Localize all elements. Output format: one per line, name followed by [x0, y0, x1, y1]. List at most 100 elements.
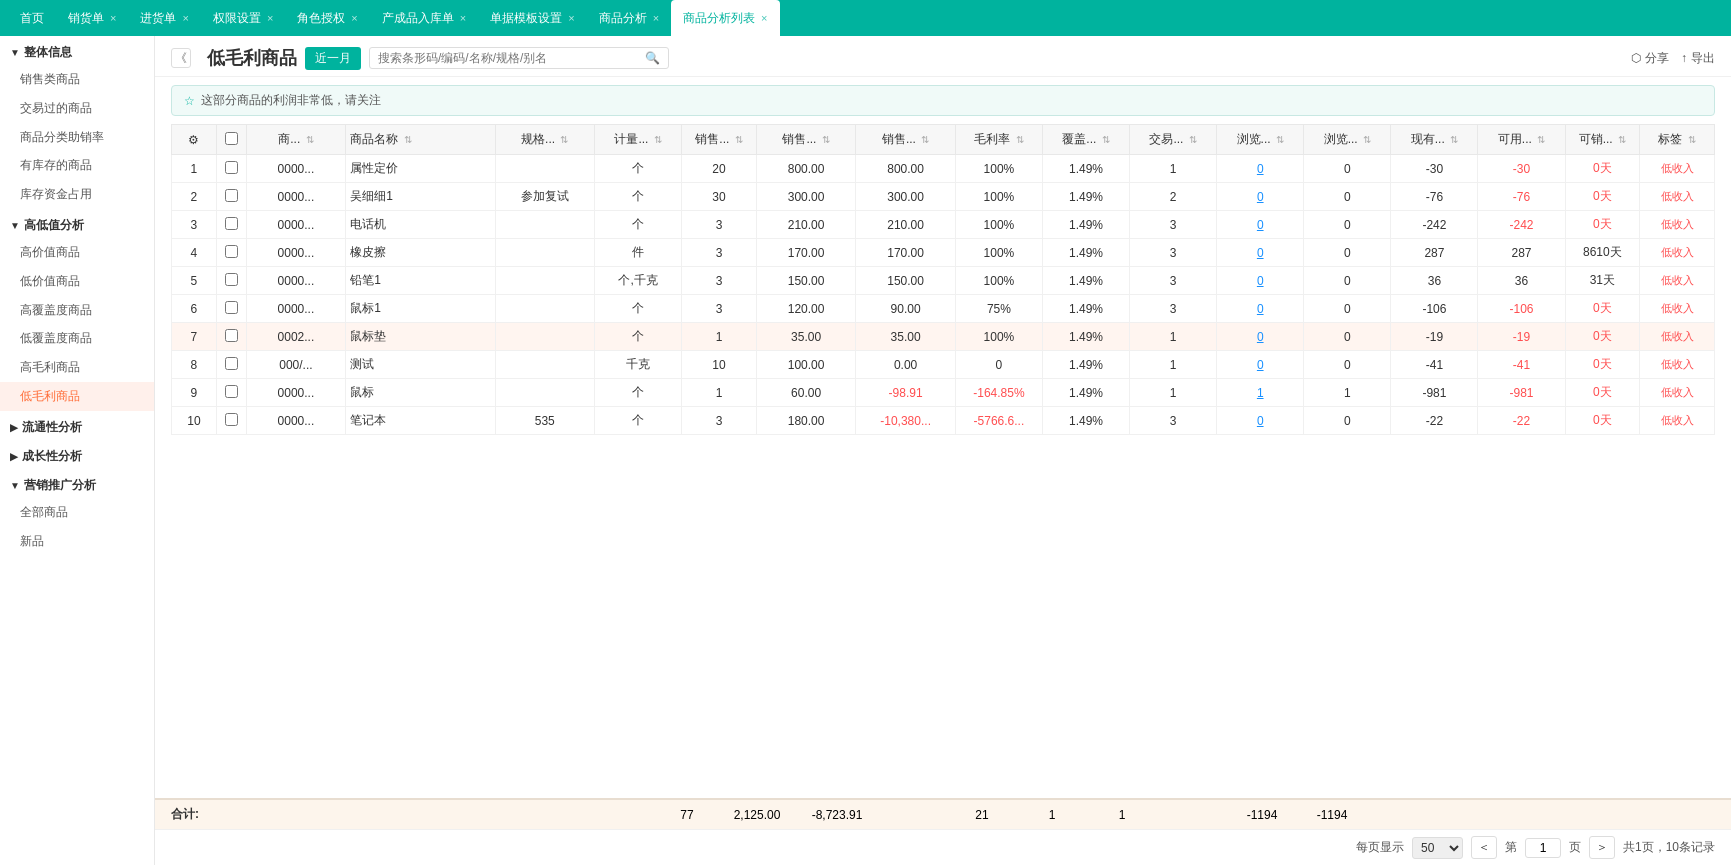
sidebar-item-traded-products[interactable]: 交易过的商品 [0, 94, 154, 123]
nav-close-auth-settings[interactable]: × [267, 12, 273, 24]
cell-spec: 参加复试 [495, 183, 595, 211]
nav-close-product-analysis-list[interactable]: × [761, 12, 767, 24]
sidebar-item-capital-usage[interactable]: 库存资金占用 [0, 180, 154, 209]
next-page-button[interactable]: ＞ [1589, 836, 1615, 859]
sidebar-group-value-analysis[interactable]: ▼ 高低值分析 [0, 209, 154, 238]
cell-price1: 150.00 [756, 267, 856, 295]
date-filter-button[interactable]: 近一月 [305, 47, 361, 70]
page-size-select[interactable]: 20 50 100 [1412, 837, 1463, 859]
th-settings[interactable]: ⚙ [172, 125, 217, 155]
th-browse2[interactable]: 浏览... ⇅ [1304, 125, 1391, 155]
sidebar-item-new-products[interactable]: 新品 [0, 527, 154, 556]
sidebar-item-high-coverage[interactable]: 高覆盖度商品 [0, 296, 154, 325]
cell-checkbox[interactable] [216, 183, 246, 211]
sidebar-item-low-margin[interactable]: 低毛利商品 [0, 382, 154, 411]
sidebar-item-category-rate[interactable]: 商品分类助销率 [0, 123, 154, 152]
cell-checkbox[interactable] [216, 267, 246, 295]
search-input[interactable] [378, 51, 641, 65]
th-stock[interactable]: 现有... ⇅ [1391, 125, 1478, 155]
th-unit[interactable]: 计量... ⇅ [595, 125, 682, 155]
nav-purchase[interactable]: 进货单 × [128, 0, 200, 36]
search-icon[interactable]: 🔍 [645, 51, 660, 65]
sidebar-group-circulation[interactable]: ▶ 流通性分析 [0, 411, 154, 440]
nav-product-analysis-list[interactable]: 商品分析列表 × [671, 0, 779, 36]
sidebar-item-high-margin[interactable]: 高毛利商品 [0, 353, 154, 382]
cell-qty: 1 [682, 379, 757, 407]
cell-checkbox[interactable] [216, 379, 246, 407]
cell-cover: 3 [1130, 211, 1217, 239]
sidebar-item-low-coverage[interactable]: 低覆盖度商品 [0, 324, 154, 353]
nav-role-auth[interactable]: 角色授权 × [285, 0, 369, 36]
collapse-sidebar-btn[interactable]: 《 [171, 48, 191, 68]
th-sales-amount[interactable]: 销售... ⇅ [756, 125, 856, 155]
cell-checkbox[interactable] [216, 407, 246, 435]
cell-price1: 210.00 [756, 211, 856, 239]
th-available[interactable]: 可用... ⇅ [1478, 125, 1565, 155]
content-area: 《 低毛利商品 近一月 🔍 ⬡ 分享 ↑ 导出 ☆ 这部分商品的利润非常低， [155, 36, 1731, 865]
th-name[interactable]: 商品名称 ⇅ [346, 125, 495, 155]
th-sales-profit[interactable]: 销售... ⇅ [856, 125, 956, 155]
cell-tag: 低收入 [1640, 407, 1715, 435]
cell-checkbox[interactable] [216, 239, 246, 267]
cell-checkbox[interactable] [216, 211, 246, 239]
th-checkbox[interactable] [216, 125, 246, 155]
select-all-checkbox[interactable] [225, 132, 238, 145]
export-button[interactable]: ↑ 导出 [1681, 50, 1715, 67]
th-sale-days[interactable]: 可销... ⇅ [1565, 125, 1640, 155]
page-number-input[interactable] [1525, 838, 1561, 858]
cell-trade: 0 [1217, 239, 1304, 267]
nav-close-purchase[interactable]: × [182, 12, 188, 24]
sidebar-item-low-value[interactable]: 低价值商品 [0, 267, 154, 296]
cell-cover: 3 [1130, 407, 1217, 435]
nav-auth-settings[interactable]: 权限设置 × [201, 0, 285, 36]
nav-product-inbound[interactable]: 产成品入库单 × [370, 0, 478, 36]
cell-code: 0000... [246, 155, 346, 183]
footer-trade: 1 [1017, 808, 1087, 822]
cell-name: 属性定价 [346, 155, 495, 183]
sidebar-group-overall[interactable]: ▼ 整体信息 [0, 36, 154, 65]
cell-checkbox[interactable] [216, 295, 246, 323]
footer-cover: 21 [947, 808, 1017, 822]
cell-price2: 800.00 [856, 155, 956, 183]
th-spec[interactable]: 规格... ⇅ [495, 125, 595, 155]
cell-checkbox[interactable] [216, 323, 246, 351]
th-sales-qty[interactable]: 销售... ⇅ [682, 125, 757, 155]
sidebar-item-high-value[interactable]: 高价值商品 [0, 238, 154, 267]
cell-checkbox[interactable] [216, 155, 246, 183]
cell-code: 0000... [246, 379, 346, 407]
nav-close-role-auth[interactable]: × [351, 12, 357, 24]
cell-stock: -981 [1391, 379, 1478, 407]
th-trade[interactable]: 交易... ⇅ [1130, 125, 1217, 155]
nav-home[interactable]: 首页 [8, 0, 56, 36]
content-header: 《 低毛利商品 近一月 🔍 ⬡ 分享 ↑ 导出 [155, 36, 1731, 77]
sidebar-group-marketing[interactable]: ▼ 营销推广分析 [0, 469, 154, 498]
nav-sales[interactable]: 销货单 × [56, 0, 128, 36]
cell-stock: 36 [1391, 267, 1478, 295]
nav-close-product-inbound[interactable]: × [460, 12, 466, 24]
share-button[interactable]: ⬡ 分享 [1631, 50, 1669, 67]
sidebar-item-stocked-products[interactable]: 有库存的商品 [0, 151, 154, 180]
nav-close-product-analysis[interactable]: × [653, 12, 659, 24]
cell-trade: 0 [1217, 211, 1304, 239]
cell-unit: 个 [595, 379, 682, 407]
cell-code: 0000... [246, 407, 346, 435]
cell-spec [495, 351, 595, 379]
cell-code: 0000... [246, 267, 346, 295]
nav-product-analysis[interactable]: 商品分析 × [587, 0, 671, 36]
th-gross-rate[interactable]: 毛利率 ⇅ [955, 125, 1042, 155]
th-coverage[interactable]: 覆盖... ⇅ [1042, 125, 1129, 155]
nav-close-template-settings[interactable]: × [568, 12, 574, 24]
cell-name: 鼠标垫 [346, 323, 495, 351]
nav-template-settings[interactable]: 单据模板设置 × [478, 0, 586, 36]
prev-page-button[interactable]: ＜ [1471, 836, 1497, 859]
sidebar-item-sales-products[interactable]: 销售类商品 [0, 65, 154, 94]
th-code[interactable]: 商... ⇅ [246, 125, 346, 155]
th-tag[interactable]: 标签 ⇅ [1640, 125, 1715, 155]
cell-unit: 千克 [595, 351, 682, 379]
nav-close-sales[interactable]: × [110, 12, 116, 24]
footer-label: 合计: [171, 806, 231, 823]
cell-checkbox[interactable] [216, 351, 246, 379]
th-browse1[interactable]: 浏览... ⇅ [1217, 125, 1304, 155]
sidebar-group-growth[interactable]: ▶ 成长性分析 [0, 440, 154, 469]
sidebar-item-all-products[interactable]: 全部商品 [0, 498, 154, 527]
